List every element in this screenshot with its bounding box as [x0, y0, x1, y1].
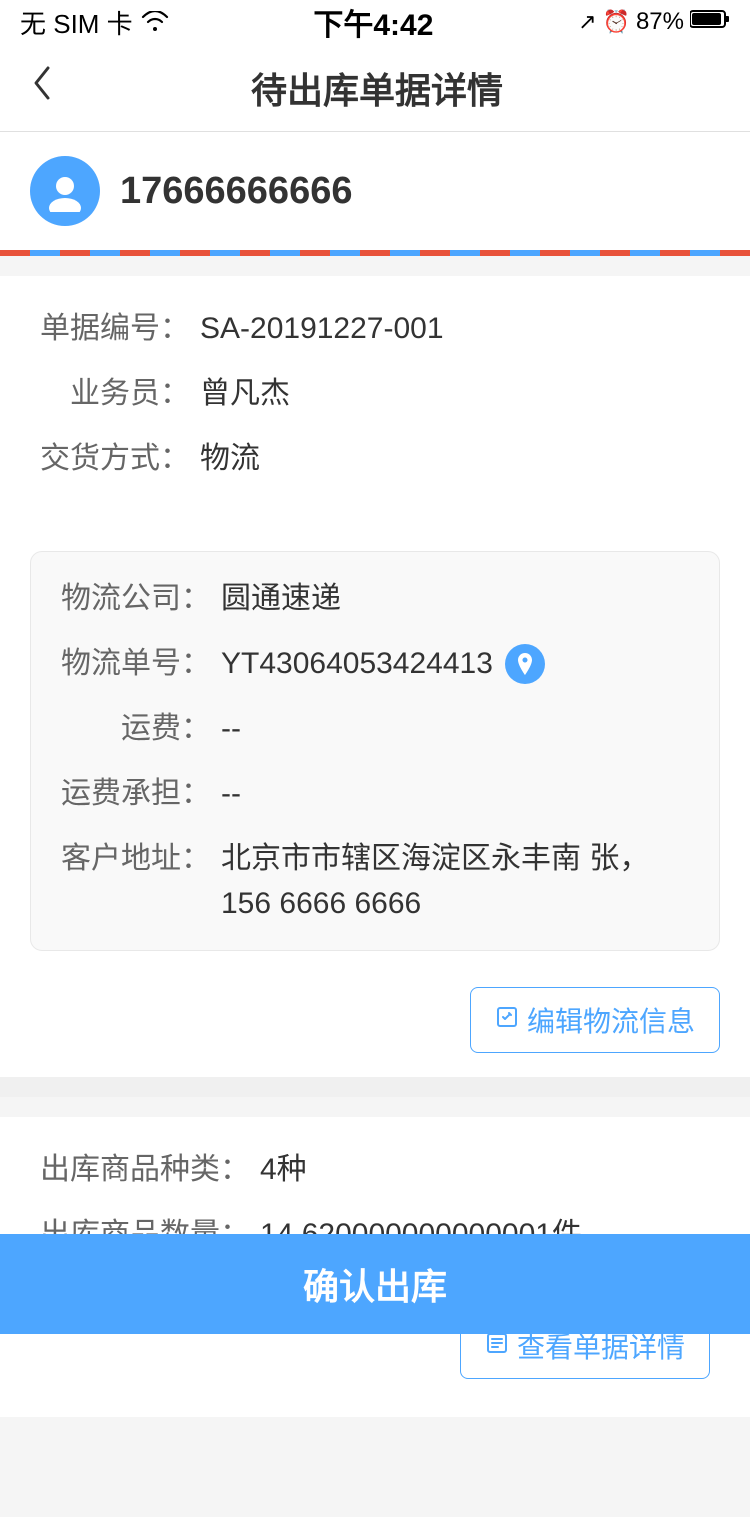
- edit-logistics-button[interactable]: 编辑物流信息: [470, 987, 720, 1053]
- delivery-method-row: 交货方式： 物流: [40, 436, 710, 481]
- delivery-method-value: 物流: [190, 436, 710, 481]
- edit-logistics-label: 编辑物流信息: [527, 1000, 695, 1040]
- list-icon: [485, 1330, 509, 1362]
- customer-header: 17666666666: [0, 132, 750, 250]
- map-pin-icon[interactable]: [505, 644, 545, 684]
- product-types-value: 4种: [250, 1147, 710, 1192]
- status-bar: 无 SIM 卡 下午4:42 ↗ ⏰ 87%: [0, 0, 750, 44]
- carrier-label: 无 SIM 卡: [20, 4, 133, 41]
- company-label: 物流公司：: [61, 576, 211, 621]
- confirm-outbound-button[interactable]: 确认出库: [0, 1234, 750, 1334]
- freight-bearer-row: 运费承担： --: [61, 771, 689, 816]
- tracking-no-value: YT43064053424413: [211, 641, 689, 686]
- tracking-no-row: 物流单号： YT43064053424413: [61, 641, 689, 686]
- dashed-divider: [0, 250, 750, 256]
- freight-value: --: [211, 706, 689, 751]
- status-time: 下午4:42: [313, 0, 433, 44]
- freight-label: 运费：: [61, 706, 211, 751]
- doc-no-label: 单据编号：: [40, 306, 190, 351]
- freight-row: 运费： --: [61, 706, 689, 751]
- battery-icon: [690, 8, 730, 36]
- nav-bar: 待出库单据详情: [0, 44, 750, 132]
- sales-person-value: 曾凡杰: [190, 371, 710, 416]
- delivery-method-label: 交货方式：: [40, 436, 190, 481]
- tracking-no-label: 物流单号：: [61, 641, 211, 686]
- address-row: 客户地址： 北京市市辖区海淀区永丰南 张，156 6666 6666: [61, 836, 689, 926]
- status-left: 无 SIM 卡: [20, 4, 169, 41]
- status-right: ↗ ⏰ 87%: [578, 8, 730, 36]
- avatar: [30, 156, 100, 226]
- product-types-label: 出库商品种类：: [40, 1147, 250, 1192]
- freight-bearer-value: --: [211, 771, 689, 816]
- basic-info-section: 单据编号： SA-20191227-001 业务员： 曾凡杰 交货方式： 物流: [0, 276, 750, 511]
- edit-icon: [495, 1004, 519, 1036]
- page-title: 待出库单据详情: [74, 62, 680, 114]
- sales-person-label: 业务员：: [40, 371, 190, 416]
- address-label: 客户地址：: [61, 836, 211, 881]
- bottom-spacer: [0, 1417, 750, 1517]
- customer-phone: 17666666666: [120, 170, 352, 213]
- location-icon: ↗: [578, 9, 596, 35]
- freight-bearer-label: 运费承担：: [61, 771, 211, 816]
- back-button[interactable]: [30, 63, 54, 113]
- logistics-section: 物流公司： 圆通速递 物流单号： YT43064053424413 运费： --…: [0, 511, 750, 1077]
- product-types-row: 出库商品种类： 4种: [40, 1147, 710, 1192]
- edit-btn-row: 编辑物流信息: [30, 951, 720, 1077]
- address-value: 北京市市辖区海淀区永丰南 张，156 6666 6666: [211, 836, 689, 926]
- section-separator: [0, 1077, 750, 1097]
- alarm-icon: ⏰: [603, 9, 630, 35]
- logistics-box: 物流公司： 圆通速递 物流单号： YT43064053424413 运费： --…: [30, 551, 720, 951]
- company-value: 圆通速递: [211, 576, 689, 621]
- doc-no-row: 单据编号： SA-20191227-001: [40, 306, 710, 351]
- doc-no-value: SA-20191227-001: [190, 306, 710, 351]
- confirm-outbound-label: 确认出库: [303, 1258, 447, 1310]
- sales-person-row: 业务员： 曾凡杰: [40, 371, 710, 416]
- company-row: 物流公司： 圆通速递: [61, 576, 689, 621]
- wifi-icon: [141, 7, 169, 38]
- battery-percent: 87%: [636, 8, 684, 36]
